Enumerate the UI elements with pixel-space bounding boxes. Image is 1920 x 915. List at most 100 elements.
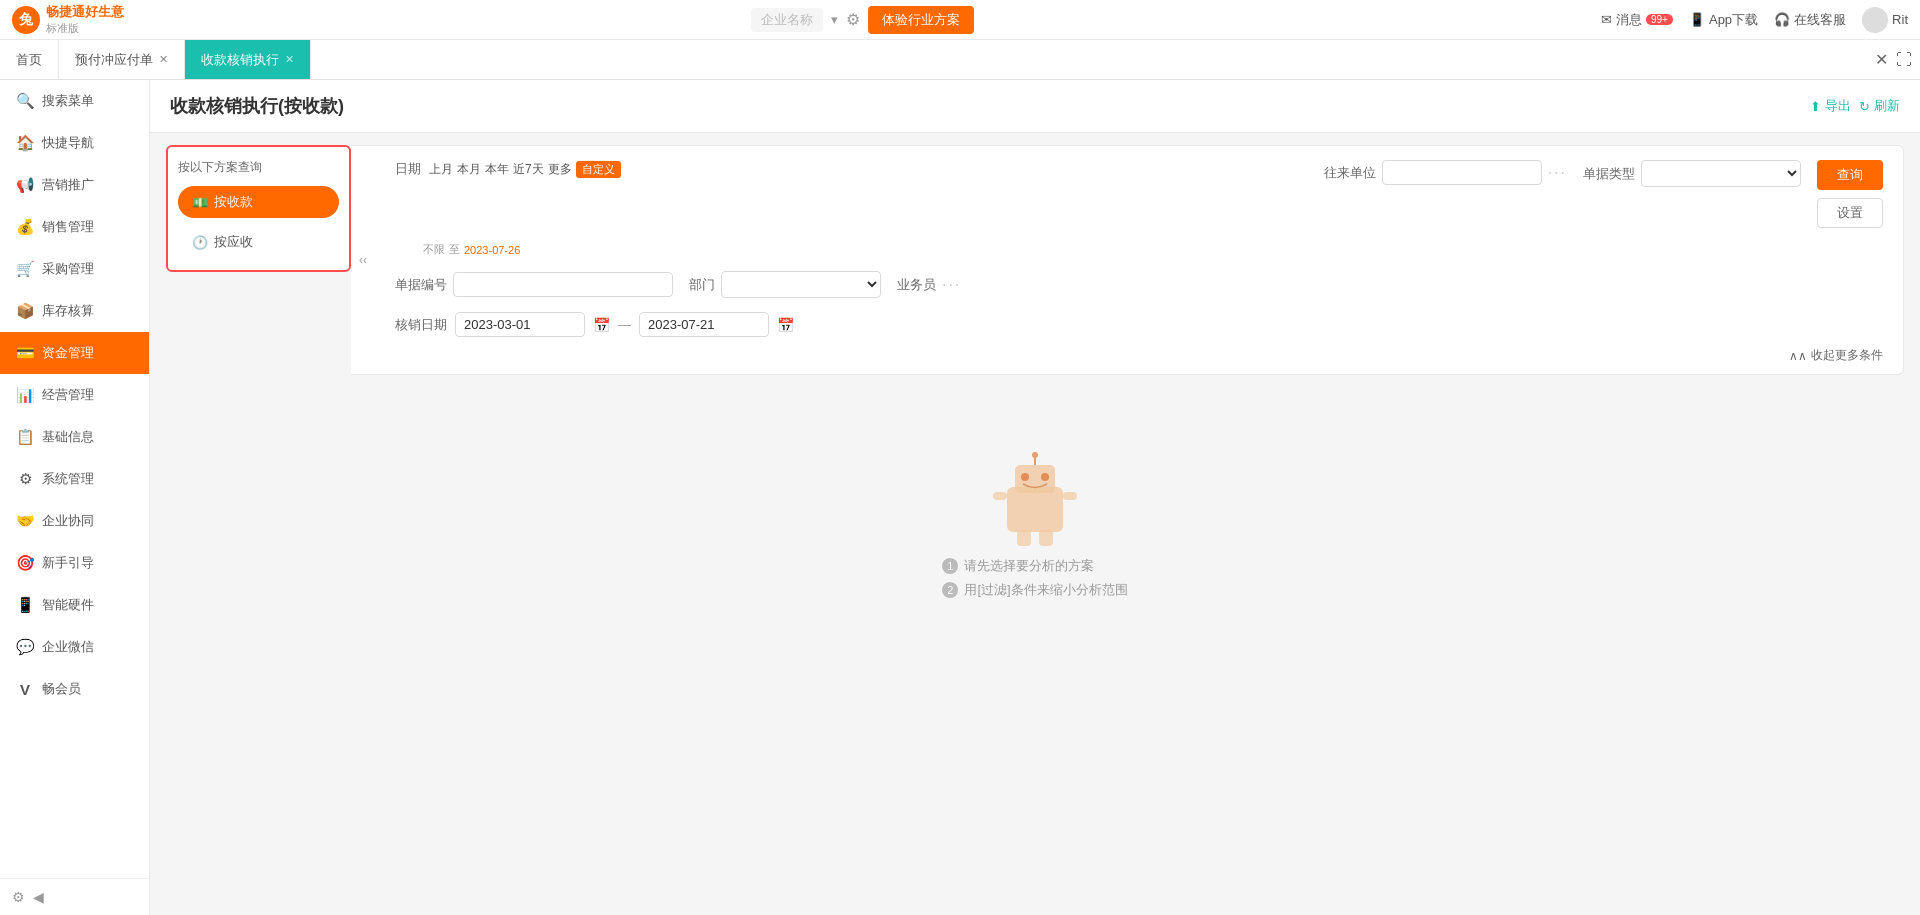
- industry-solution-button[interactable]: 体验行业方案: [868, 6, 974, 34]
- sidebar-item-sales[interactable]: 💰 销售管理: [0, 206, 149, 248]
- empty-step2: 2 用[过滤]条件来缩小分析范围: [942, 581, 1127, 599]
- topbar-left: 兔 畅捷通好生意 标准版: [12, 3, 124, 36]
- svg-rect-6: [993, 492, 1007, 500]
- tab-close-all-button[interactable]: ✕: [1875, 50, 1888, 69]
- receipt-icon: 💵: [192, 195, 208, 210]
- marketing-icon: 📢: [16, 176, 34, 194]
- content-area: 收款核销执行(按收款) ⬆ 导出 ↻ 刷新 按以下方案查询 💵 按收款: [150, 80, 1920, 915]
- message-button[interactable]: ✉ 消息 99+: [1601, 11, 1673, 29]
- filter-options-panel: 按以下方案查询 💵 按收款 🕐 按应收: [166, 145, 351, 272]
- sidebar-item-basic[interactable]: 📋 基础信息: [0, 416, 149, 458]
- counterpart-more-icon[interactable]: ···: [1548, 164, 1567, 182]
- date-more[interactable]: 更多: [548, 161, 572, 178]
- doc-type-select[interactable]: [1641, 160, 1801, 187]
- sidebar-item-inventory[interactable]: 📦 库存核算: [0, 290, 149, 332]
- online-service-button[interactable]: 🎧 在线客服: [1774, 11, 1846, 29]
- date-this-year[interactable]: 本年: [485, 161, 509, 178]
- sidebar-item-search[interactable]: 🔍 搜索菜单: [0, 80, 149, 122]
- svg-rect-9: [1039, 530, 1053, 546]
- filter-panel-title: 按以下方案查询: [178, 159, 339, 176]
- empty-step1: 1 请先选择要分析的方案: [942, 557, 1127, 575]
- writeoff-start-input[interactable]: [455, 312, 585, 337]
- logo-text: 畅捷通好生意 标准版: [46, 3, 124, 36]
- sidebar-item-marketing[interactable]: 📢 营销推广: [0, 164, 149, 206]
- username: Rit: [1892, 12, 1908, 27]
- service-icon: 🎧: [1774, 12, 1790, 27]
- message-badge: 99+: [1646, 14, 1673, 25]
- tab-prepay[interactable]: 预付冲应付单 ✕: [59, 40, 185, 79]
- date-value[interactable]: 2023-07-26: [464, 244, 520, 256]
- sidebar-collapse-button[interactable]: ◀: [33, 889, 44, 905]
- doc-no-input[interactable]: [453, 272, 673, 297]
- dept-filter: 部门: [689, 271, 881, 298]
- message-icon: ✉: [1601, 12, 1612, 27]
- tab-close-receipts[interactable]: ✕: [285, 53, 294, 66]
- collapse-more-button[interactable]: ∧∧ 收起更多条件: [1789, 347, 1883, 364]
- tab-close-prepay[interactable]: ✕: [159, 53, 168, 66]
- search-icon: 🔍: [16, 92, 34, 110]
- date-custom-badge[interactable]: 自定义: [576, 161, 621, 178]
- filter-section: 按以下方案查询 💵 按收款 🕐 按应收 ‹‹ 日期: [166, 145, 1904, 375]
- writeoff-end-input[interactable]: [639, 312, 769, 337]
- salesperson-label: 业务员: [897, 276, 936, 294]
- topbar-center: 企业名称 ▾ ⚙ 体验行业方案: [751, 6, 974, 34]
- doc-type-filter: 单据类型: [1583, 160, 1801, 187]
- sidebar-item-purchase[interactable]: 🛒 采购管理: [0, 248, 149, 290]
- page-header-actions: ⬆ 导出 ↻ 刷新: [1810, 97, 1900, 129]
- avatar: [1862, 7, 1888, 33]
- sidebar: 🔍 搜索菜单 🏠 快捷导航 📢 营销推广 💰 销售管理 🛒 采购管理 📦 库存核…: [0, 80, 150, 915]
- wechat-icon: 💬: [16, 638, 34, 656]
- sidebar-item-hardware[interactable]: 📱 智能硬件: [0, 584, 149, 626]
- page-title: 收款核销执行(按收款): [170, 94, 344, 132]
- sidebar-item-member[interactable]: V 畅会员: [0, 668, 149, 710]
- sidebar-item-finance[interactable]: 💳 资金管理: [0, 332, 149, 374]
- finance-icon: 💳: [16, 344, 34, 362]
- step1-num: 1: [942, 558, 958, 574]
- sidebar-item-shortcut[interactable]: 🏠 快捷导航: [0, 122, 149, 164]
- writeoff-date-label: 核销日期: [395, 316, 447, 334]
- query-button[interactable]: 查询: [1817, 160, 1883, 190]
- doc-no-label: 单据编号: [395, 276, 447, 294]
- filter-row-3: 核销日期 📅 — 📅: [395, 312, 1883, 337]
- tab-home[interactable]: 首页: [0, 40, 59, 79]
- svg-rect-0: [1007, 487, 1063, 532]
- member-icon: V: [16, 681, 34, 698]
- date-last-month[interactable]: 上月: [429, 161, 453, 178]
- sidebar-item-system[interactable]: ⚙ 系统管理: [0, 458, 149, 500]
- dept-select[interactable]: [721, 271, 881, 298]
- sidebar-settings-button[interactable]: ⚙: [12, 889, 25, 905]
- app-download-button[interactable]: 📱 App下载: [1689, 11, 1758, 29]
- guide-icon: 🎯: [16, 554, 34, 572]
- collapse-left-button[interactable]: ‹‹: [351, 145, 375, 375]
- tab-expand-button[interactable]: ⛶: [1896, 51, 1912, 69]
- tabbar: 首页 预付冲应付单 ✕ 收款核销执行 ✕ ✕ ⛶: [0, 40, 1920, 80]
- company-name[interactable]: 企业名称: [751, 8, 823, 32]
- date-range-dash: —: [618, 317, 631, 332]
- hardware-icon: 📱: [16, 596, 34, 614]
- sidebar-item-wechat[interactable]: 💬 企业微信: [0, 626, 149, 668]
- counterpart-filter: 往来单位 ···: [1324, 160, 1567, 185]
- date-7days[interactable]: 近7天: [513, 161, 544, 178]
- export-button[interactable]: ⬆ 导出: [1810, 97, 1851, 115]
- chevron-down-icon[interactable]: ▾: [831, 12, 838, 27]
- user-info[interactable]: Rit: [1862, 7, 1908, 33]
- writeoff-end-cal-icon[interactable]: 📅: [777, 317, 794, 333]
- filter-row-2: 单据编号 部门 业务员 ···: [395, 271, 1883, 298]
- writeoff-start-cal-icon[interactable]: 📅: [593, 317, 610, 333]
- doc-no-filter: 单据编号: [395, 272, 673, 297]
- sidebar-item-enterprise[interactable]: 🤝 企业协同: [0, 500, 149, 542]
- tab-receipts[interactable]: 收款核销执行 ✕: [185, 40, 311, 79]
- gear-icon[interactable]: ⚙: [846, 10, 860, 29]
- refresh-button[interactable]: ↻ 刷新: [1859, 97, 1900, 115]
- filter-option-receivable[interactable]: 🕐 按应收: [178, 226, 339, 258]
- sidebar-item-operation[interactable]: 📊 经营管理: [0, 374, 149, 416]
- filter-option-receipt[interactable]: 💵 按收款: [178, 186, 339, 218]
- setting-button[interactable]: 设置: [1817, 198, 1883, 228]
- salesperson-more-icon[interactable]: ···: [942, 276, 961, 294]
- step2-num: 2: [942, 582, 958, 598]
- sidebar-item-guide[interactable]: 🎯 新手引导: [0, 542, 149, 584]
- logo: 兔 畅捷通好生意 标准版: [12, 3, 124, 36]
- date-this-month[interactable]: 本月: [457, 161, 481, 178]
- counterpart-input[interactable]: [1382, 160, 1542, 185]
- date-sub-row: 不限 至 2023-07-26: [423, 242, 1883, 257]
